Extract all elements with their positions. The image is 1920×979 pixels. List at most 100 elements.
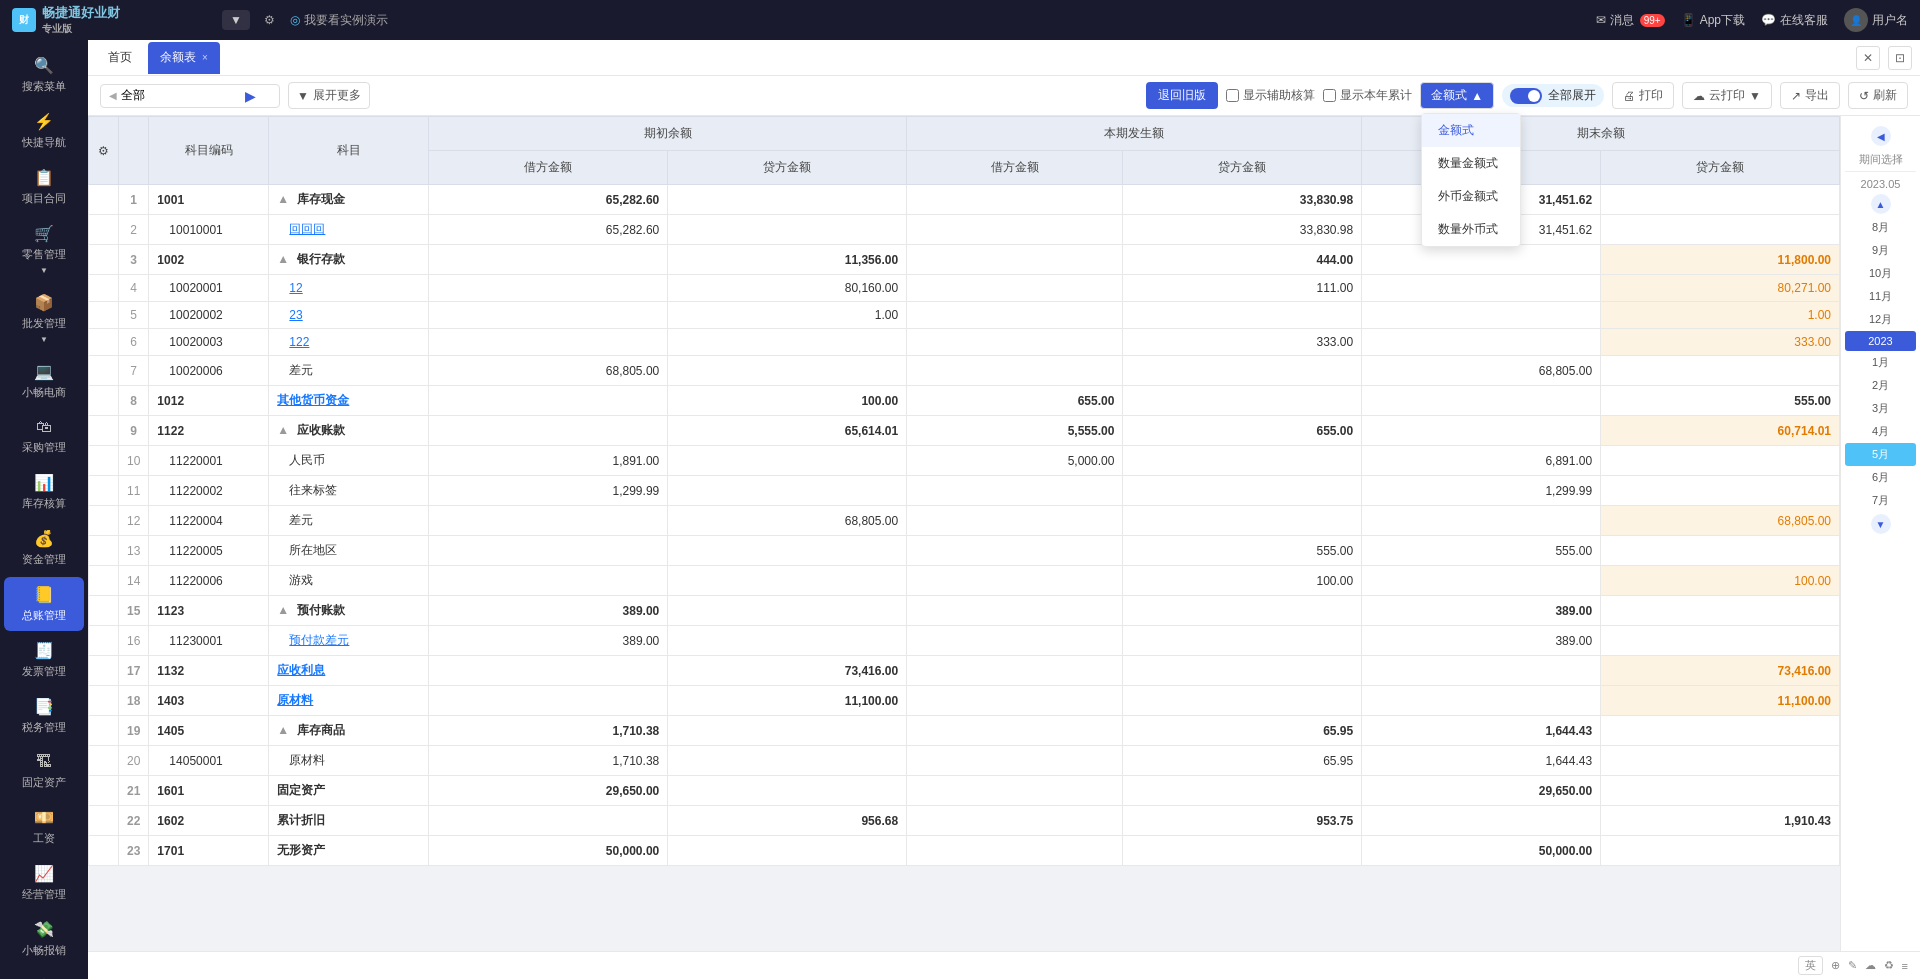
inventory-icon: 📊 — [34, 473, 54, 492]
sidebar-item-tax[interactable]: 📑 税务管理 — [4, 689, 84, 743]
account-name-cell[interactable]: 预付款差元 — [269, 626, 429, 656]
sidebar-item-finance[interactable]: 💰 资金管理 — [4, 521, 84, 575]
tab-window-close[interactable]: ✕ — [1856, 46, 1880, 70]
account-name-cell: 差元 — [269, 506, 429, 536]
account-name-cell[interactable]: 回回回 — [269, 215, 429, 245]
invoice-icon: 🧾 — [34, 641, 54, 660]
expand-btn[interactable]: ▼ 展开更多 — [288, 82, 370, 109]
style-option-amount[interactable]: 金额式 — [1422, 114, 1520, 147]
sidebar-item-quicknav[interactable]: ⚡ 快捷导航 — [4, 104, 84, 158]
bottom-menu-btn[interactable]: ≡ — [1902, 960, 1908, 972]
online-service-btn[interactable]: 💬 在线客服 — [1761, 12, 1828, 29]
tab-balance[interactable]: 余额表 × — [148, 42, 220, 74]
app-download-btn[interactable]: 📱 App下载 — [1681, 12, 1745, 29]
sidebar-item-purchase[interactable]: 🛍 采购管理 — [4, 410, 84, 463]
account-code-cell: 1602 — [149, 806, 269, 836]
account-name-cell[interactable]: 应收利息 — [269, 656, 429, 686]
bottom-edit-btn[interactable]: ✎ — [1848, 959, 1857, 972]
period-up-btn[interactable]: ▲ — [1871, 194, 1891, 214]
style-dropdown-menu: 金额式 数量金额式 外币金额式 数量外币式 — [1421, 113, 1521, 247]
tab-close-btn[interactable]: × — [202, 52, 208, 63]
period-collapse-btn[interactable]: ◀ — [1871, 126, 1891, 146]
expand-all-toggle[interactable]: 全部展开 — [1502, 84, 1604, 107]
opening_credit-cell: 100.00 — [668, 386, 907, 416]
period-1[interactable]: 1月 — [1845, 351, 1916, 374]
cloud-print-btn[interactable]: ☁ 云打印 ▼ — [1682, 82, 1772, 109]
message-btn[interactable]: ✉ 消息 99+ — [1596, 12, 1665, 29]
right-arrow-icon[interactable]: ▶ — [245, 88, 256, 104]
period-2[interactable]: 2月 — [1845, 374, 1916, 397]
opening_debit-cell — [429, 686, 668, 716]
sidebar-item-ecommerce[interactable]: 💻 小畅电商 — [4, 354, 84, 408]
back-old-btn[interactable]: 退回旧版 — [1146, 82, 1218, 109]
row-number: 17 — [119, 656, 149, 686]
bottom-cloud-btn[interactable]: ☁ — [1865, 959, 1876, 972]
style-option-fx-amount[interactable]: 外币金额式 — [1422, 180, 1520, 213]
opening_debit-cell — [429, 506, 668, 536]
refresh-btn[interactable]: ↺ 刷新 — [1848, 82, 1908, 109]
period_credit-cell: 953.75 — [1123, 806, 1362, 836]
sidebar-item-inventory[interactable]: 📊 库存核算 — [4, 465, 84, 519]
account-name-cell[interactable]: 12 — [269, 275, 429, 302]
tab-home-label: 首页 — [108, 49, 132, 66]
sidebar-item-ledger[interactable]: 📒 总账管理 — [4, 577, 84, 631]
opening_credit-cell — [668, 446, 907, 476]
tab-home[interactable]: 首页 — [96, 42, 144, 74]
closing_credit-cell — [1601, 356, 1840, 386]
period-3[interactable]: 3月 — [1845, 397, 1916, 420]
opening_credit-cell: 80,160.00 — [668, 275, 907, 302]
period-4[interactable]: 4月 — [1845, 420, 1916, 443]
export-btn[interactable]: ↗ 导出 — [1780, 82, 1840, 109]
sidebar-item-search[interactable]: 🔍 搜索菜单 — [4, 48, 84, 102]
table-settings-icon[interactable]: ⚙ — [98, 144, 109, 158]
table-row: 510020002231.001.00 — [89, 302, 1840, 329]
period-8[interactable]: 8月 — [1845, 216, 1916, 239]
period-11[interactable]: 11月 — [1845, 285, 1916, 308]
sidebar-item-baseinfo[interactable]: ℹ 基础信息 — [4, 968, 84, 979]
search-box[interactable]: ◀ ▶ — [100, 84, 280, 108]
bottom-translate-btn[interactable]: 英 — [1798, 956, 1823, 975]
show-ytd-check[interactable]: 显示本年累计 — [1323, 87, 1412, 104]
period-year-2023[interactable]: 2023 — [1845, 331, 1916, 351]
account-name-cell[interactable]: 122 — [269, 329, 429, 356]
sidebar-item-retail[interactable]: 🛒 零售管理 ▼ — [4, 216, 84, 283]
company-dropdown[interactable]: ▼ — [222, 10, 250, 30]
settings-icon[interactable]: ⚙ — [258, 8, 282, 32]
account-code-cell: 10020002 — [149, 302, 269, 329]
period-down-btn[interactable]: ▼ — [1871, 514, 1891, 534]
sidebar-item-invoice[interactable]: 🧾 发票管理 — [4, 633, 84, 687]
period-9[interactable]: 9月 — [1845, 239, 1916, 262]
style-option-qty-fx[interactable]: 数量外币式 — [1422, 213, 1520, 246]
closing_credit-cell: 555.00 — [1601, 386, 1840, 416]
account-name-cell[interactable]: 其他货币资金 — [269, 386, 429, 416]
tab-window-restore[interactable]: ⊡ — [1888, 46, 1912, 70]
sidebar-item-project[interactable]: 📋 项目合同 — [4, 160, 84, 214]
sidebar-item-fixedassets[interactable]: 🏗 固定资产 — [4, 745, 84, 798]
sidebar-item-salary[interactable]: 💴 工资 — [4, 800, 84, 854]
period-12[interactable]: 12月 — [1845, 308, 1916, 331]
bottom-zoom-btn[interactable]: ⊕ — [1831, 959, 1840, 972]
print-btn[interactable]: 🖨 打印 — [1612, 82, 1674, 109]
style-dropdown-btn[interactable]: 金额式 ▲ 金额式 数量金额式 外币金额式 数量外币式 — [1420, 82, 1494, 109]
show-auxiliary-check[interactable]: 显示辅助核算 — [1226, 87, 1315, 104]
sidebar-item-wholesale[interactable]: 📦 批发管理 ▼ — [4, 285, 84, 352]
period-6[interactable]: 6月 — [1845, 466, 1916, 489]
sidebar-item-expense[interactable]: 💸 小畅报销 — [4, 912, 84, 966]
style-option-qty-amount[interactable]: 数量金额式 — [1422, 147, 1520, 180]
period-7[interactable]: 7月 — [1845, 489, 1916, 512]
account-name-cell[interactable]: 原材料 — [269, 686, 429, 716]
account-code-cell: 1002 — [149, 245, 269, 275]
closing_credit-cell — [1601, 746, 1840, 776]
user-menu[interactable]: 👤 用户名 — [1844, 8, 1908, 32]
account-code-cell: 1123 — [149, 596, 269, 626]
closing_debit-cell — [1362, 275, 1601, 302]
tool-right: 退回旧版 显示辅助核算 显示本年累计 金额式 ▲ 金额式 数量金额式 — [1146, 82, 1908, 109]
row-settings — [89, 185, 119, 215]
account-name-cell[interactable]: 23 — [269, 302, 429, 329]
period-10[interactable]: 10月 — [1845, 262, 1916, 285]
bottom-sync-btn[interactable]: ♻ — [1884, 959, 1894, 972]
search-input[interactable] — [121, 89, 241, 103]
demo-link[interactable]: ◎ 我要看实例演示 — [290, 12, 388, 29]
sidebar-item-operation[interactable]: 📈 经营管理 — [4, 856, 84, 910]
period-5[interactable]: 5月 — [1845, 443, 1916, 466]
